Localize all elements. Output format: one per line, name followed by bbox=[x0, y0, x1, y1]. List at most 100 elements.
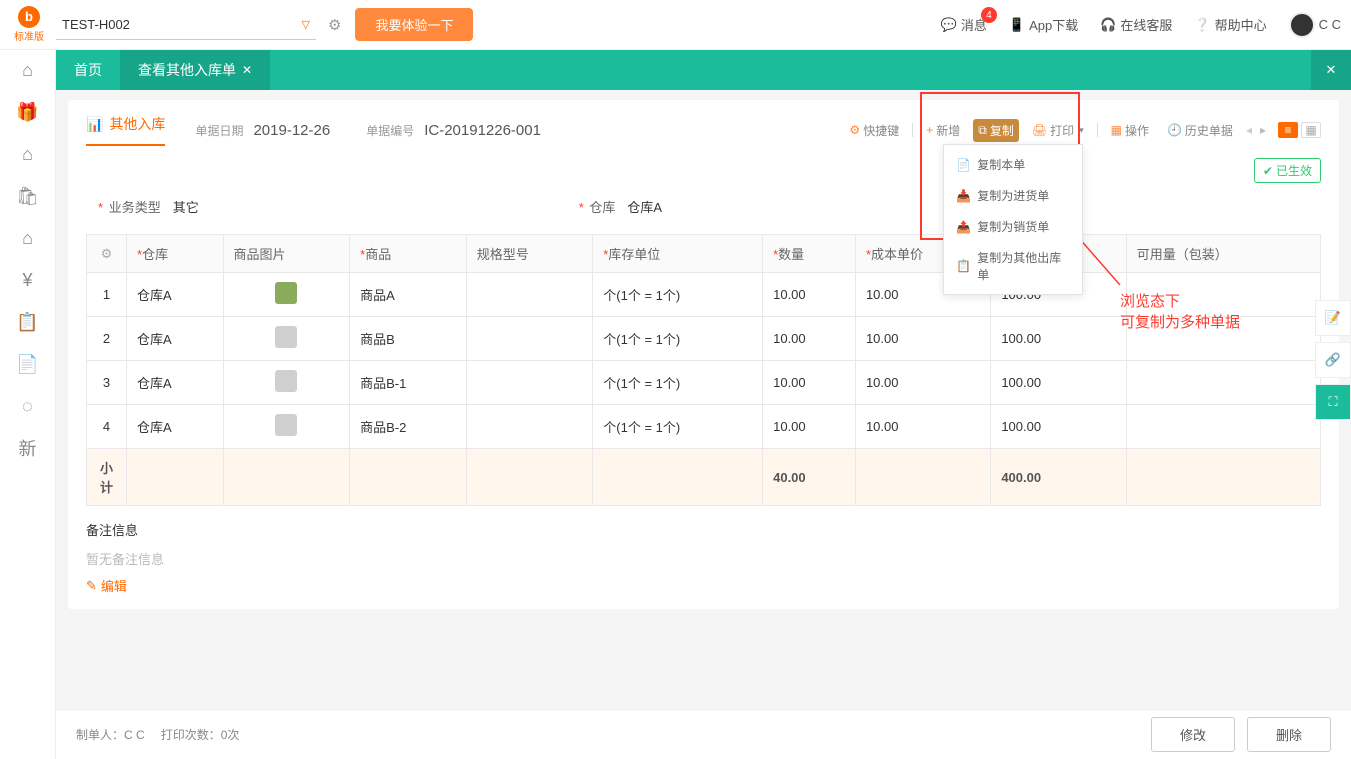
subtotal-row: 小计 40.00 400.00 bbox=[87, 449, 1321, 506]
plus-icon: + bbox=[926, 123, 933, 137]
table-row[interactable]: 4 仓库A 商品B-2 个(1个 = 1个) 10.00 10.00 100.0… bbox=[87, 405, 1321, 449]
remark-title: 备注信息 bbox=[86, 520, 1321, 539]
logo-icon: b bbox=[18, 6, 40, 28]
next-icon[interactable]: ▸ bbox=[1260, 123, 1266, 137]
edit-icon: ✎ bbox=[86, 578, 97, 594]
user-name: C C bbox=[1319, 17, 1341, 32]
link-tool-icon[interactable]: 🔗 bbox=[1315, 342, 1351, 378]
prev-icon[interactable]: ◂ bbox=[1246, 123, 1252, 137]
copy-button[interactable]: ⧉复制 bbox=[973, 119, 1019, 142]
logo-edition: 标准版 bbox=[14, 28, 44, 43]
copy-to-other-out-item[interactable]: 📋复制为其他出库单 bbox=[944, 242, 1082, 290]
tabs-close-all[interactable]: ✕ bbox=[1311, 50, 1351, 90]
app-download-link[interactable]: 📱 App下载 bbox=[1009, 15, 1078, 34]
form-row: * 业务类型 其它 * 仓库 仓库A bbox=[68, 183, 1339, 234]
biz-type-label: 业务类型 bbox=[109, 200, 161, 215]
print-icon: 🖨 bbox=[1032, 123, 1047, 137]
transfer-icon: 📋 bbox=[956, 259, 971, 273]
settings-icon[interactable]: ⚙ bbox=[328, 16, 341, 34]
copy-to-purchase-item[interactable]: 📥复制为进货单 bbox=[944, 180, 1082, 211]
sidebar-new-icon[interactable]: 新 bbox=[18, 438, 38, 458]
top-right-menu: 💬 消息 4 📱 App下载 🎧 在线客服 ❔ 帮助中心 C C bbox=[941, 12, 1341, 38]
note-tool-icon[interactable]: 📝 bbox=[1315, 300, 1351, 336]
copy-to-sales-item[interactable]: 📤复制为销货单 bbox=[944, 211, 1082, 242]
messages-link[interactable]: 💬 消息 4 bbox=[941, 15, 987, 34]
headset-icon: 🎧 bbox=[1100, 17, 1116, 33]
outbound-icon: 📤 bbox=[956, 220, 971, 234]
expand-tool-icon[interactable]: ⛶ bbox=[1315, 384, 1351, 420]
card-header: 📊 其他入库 单据日期 2019-12-26 单据编号 IC-20191226-… bbox=[68, 100, 1339, 148]
sidebar-home-icon[interactable]: ⌂ bbox=[18, 60, 38, 80]
operate-button[interactable]: ▦操作 bbox=[1106, 119, 1154, 142]
sidebar-circle-icon[interactable]: ◌ bbox=[18, 396, 38, 416]
new-button[interactable]: +新增 bbox=[921, 119, 965, 142]
sidebar-gift-icon[interactable]: 🎁 bbox=[18, 102, 38, 122]
table-row[interactable]: 1 仓库A 商品A 个(1个 = 1个) 10.00 10.00 100.00 bbox=[87, 273, 1321, 317]
avatar bbox=[1289, 12, 1315, 38]
creator-value: C C bbox=[124, 728, 145, 742]
sidebar-bag-icon[interactable]: 🛍 bbox=[18, 186, 38, 206]
sidebar-money-icon[interactable]: ¥ bbox=[18, 270, 38, 290]
message-badge: 4 bbox=[981, 7, 997, 23]
org-select[interactable]: TEST-H002 ▽ bbox=[56, 10, 316, 40]
main: 首页 查看其他入库单 ✕ ✕ 📊 其他入库 单据日期 2019-12-26 bbox=[56, 50, 1351, 759]
product-thumb bbox=[275, 370, 297, 392]
top-header: b 标准版 TEST-H002 ▽ ⚙ 我要体验一下 💬 消息 4 📱 App下… bbox=[0, 0, 1351, 50]
document-card: 📊 其他入库 单据日期 2019-12-26 单据编号 IC-20191226-… bbox=[68, 100, 1339, 609]
gear-icon: ⚙ bbox=[849, 123, 860, 137]
remark-empty: 暂无备注信息 bbox=[86, 549, 1321, 568]
grid-view-toggle[interactable]: ▦ bbox=[1301, 122, 1321, 138]
sidebar-building-icon[interactable]: ⌂ bbox=[18, 228, 38, 248]
check-icon: ✔ bbox=[1263, 164, 1273, 178]
delete-button[interactable]: 删除 bbox=[1247, 717, 1331, 752]
logo[interactable]: b 标准版 bbox=[10, 6, 48, 44]
code-value: IC-20191226-001 bbox=[424, 122, 541, 139]
copy-dropdown: 📄复制本单 📥复制为进货单 📤复制为销货单 📋复制为其他出库单 bbox=[943, 144, 1083, 295]
chevron-down-icon: ▾ bbox=[1079, 125, 1084, 136]
copy-this-item[interactable]: 📄复制本单 bbox=[944, 149, 1082, 180]
items-table: ⚙ *仓库 商品图片 *商品 规格型号 *库存单位 *数量 *成本单价 *成本金… bbox=[86, 234, 1321, 506]
list-view-toggle[interactable]: ≡ bbox=[1278, 122, 1298, 138]
inbound-icon: 📊 bbox=[86, 116, 103, 133]
print-button[interactable]: 🖨打印▾ bbox=[1027, 119, 1089, 142]
table-row[interactable]: 3 仓库A 商品B-1 个(1个 = 1个) 10.00 10.00 100.0… bbox=[87, 361, 1321, 405]
right-tools: 📝 🔗 ⛶ bbox=[1315, 300, 1351, 420]
chevron-down-icon: ▽ bbox=[302, 18, 310, 31]
card-tab[interactable]: 📊 其他入库 bbox=[86, 114, 165, 146]
gear-icon[interactable]: ⚙ bbox=[101, 246, 113, 261]
warehouse-value: 仓库A bbox=[627, 197, 662, 216]
sidebar: ⌂ 🎁 ⌂ 🛍 ⌂ ¥ 📋 📄 ◌ 新 bbox=[0, 50, 56, 759]
shortcut-button[interactable]: ⚙快捷键 bbox=[844, 119, 904, 142]
sidebar-clipboard-icon[interactable]: 📋 bbox=[18, 312, 38, 332]
message-icon: 💬 bbox=[941, 17, 957, 33]
tab-current[interactable]: 查看其他入库单 ✕ bbox=[120, 50, 270, 90]
user-menu[interactable]: C C bbox=[1289, 12, 1341, 38]
table-row[interactable]: 2 仓库A 商品B 个(1个 = 1个) 10.00 10.00 100.00 bbox=[87, 317, 1321, 361]
card-toolbar: ⚙快捷键 +新增 ⧉复制 🖨打印▾ ▦操作 🕘历史单据 ◂ ▸ ≡ ▦ bbox=[844, 119, 1321, 142]
inbound-icon: 📥 bbox=[956, 189, 971, 203]
product-thumb bbox=[275, 326, 297, 348]
history-button[interactable]: 🕘历史单据 bbox=[1162, 119, 1238, 142]
try-button[interactable]: 我要体验一下 bbox=[355, 8, 473, 41]
online-service-link[interactable]: 🎧 在线客服 bbox=[1100, 15, 1172, 34]
modify-button[interactable]: 修改 bbox=[1151, 717, 1235, 752]
sidebar-doc-icon[interactable]: 📄 bbox=[18, 354, 38, 374]
tab-home[interactable]: 首页 bbox=[56, 50, 120, 90]
print-count-value: 0次 bbox=[221, 728, 240, 742]
grid-icon: ▦ bbox=[1111, 123, 1122, 137]
org-name: TEST-H002 bbox=[62, 17, 130, 32]
history-icon: 🕘 bbox=[1167, 123, 1182, 137]
biz-type-value: 其它 bbox=[173, 197, 199, 216]
help-center-link[interactable]: ❔ 帮助中心 bbox=[1194, 15, 1266, 34]
product-thumb bbox=[275, 414, 297, 436]
footer-bar: 制单人：C C 打印次数：0次 修改 删除 bbox=[56, 709, 1351, 759]
date-value: 2019-12-26 bbox=[253, 122, 330, 139]
doc-icon: 📄 bbox=[956, 158, 971, 172]
close-icon[interactable]: ✕ bbox=[242, 63, 252, 77]
code-label: 单据编号 bbox=[366, 122, 414, 139]
tabs-bar: 首页 查看其他入库单 ✕ ✕ bbox=[56, 50, 1351, 90]
warehouse-label: 仓库 bbox=[589, 200, 615, 215]
edit-remark-link[interactable]: ✎ 编辑 bbox=[86, 576, 1321, 595]
sidebar-house-icon[interactable]: ⌂ bbox=[18, 144, 38, 164]
date-label: 单据日期 bbox=[195, 122, 243, 139]
